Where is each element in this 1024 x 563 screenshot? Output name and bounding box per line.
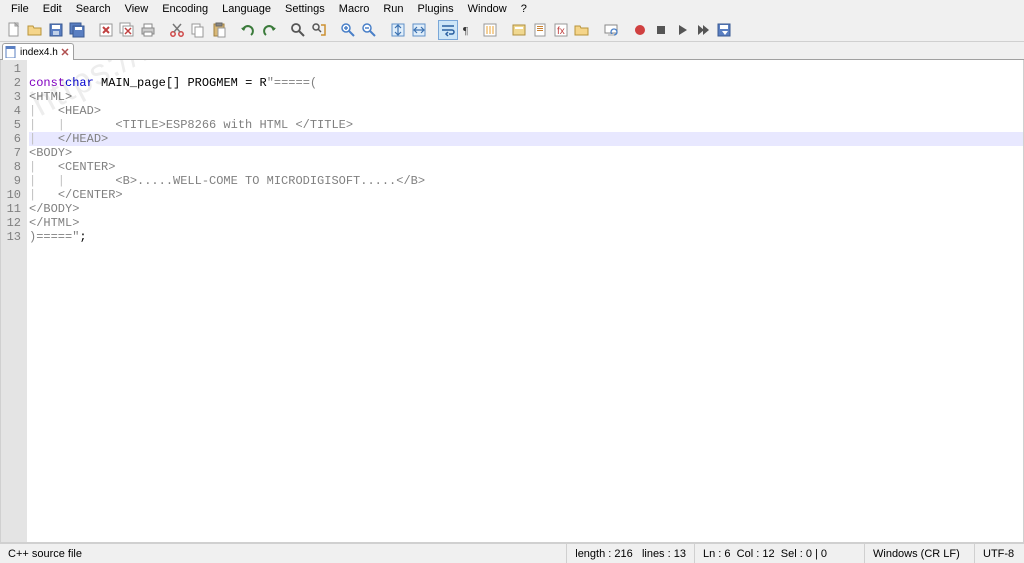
line-number: 4 — [3, 104, 21, 118]
menu-help[interactable]: ? — [514, 2, 534, 16]
line-number: 5 — [3, 118, 21, 132]
code-line[interactable]: const char MAIN_page[] PROGMEM = R"=====… — [29, 76, 1023, 90]
code-line[interactable] — [29, 62, 1023, 76]
tab-active[interactable]: index4.h — [2, 43, 74, 60]
new-file-icon[interactable] — [4, 20, 24, 40]
separator-icon — [432, 20, 436, 40]
save-all-icon[interactable] — [67, 20, 87, 40]
line-number: 2 — [3, 76, 21, 90]
separator-icon — [332, 20, 336, 40]
wordwrap-icon[interactable] — [438, 20, 458, 40]
sync-h-icon[interactable] — [409, 20, 429, 40]
open-file-icon[interactable] — [25, 20, 45, 40]
code-line[interactable]: | <HEAD> — [29, 104, 1023, 118]
status-eol: Windows (CR LF) — [864, 544, 974, 563]
separator-icon — [161, 20, 165, 40]
line-number: 8 — [3, 160, 21, 174]
save-macro-icon[interactable] — [714, 20, 734, 40]
lang-ui-icon[interactable] — [509, 20, 529, 40]
file-h-icon — [5, 46, 17, 58]
close-icon[interactable] — [96, 20, 116, 40]
status-encoding: UTF-8 — [974, 544, 1024, 563]
menu-search[interactable]: Search — [69, 2, 118, 16]
separator-icon — [90, 20, 94, 40]
print-icon[interactable] — [138, 20, 158, 40]
code-line[interactable]: | </CENTER> — [29, 188, 1023, 202]
sync-v-icon[interactable] — [388, 20, 408, 40]
code-line[interactable]: | | <TITLE>ESP8266 with HTML </TITLE> — [29, 118, 1023, 132]
status-length: length : 216 lines : 13 — [566, 544, 694, 563]
separator-icon — [382, 20, 386, 40]
func-list-icon[interactable]: fx — [551, 20, 571, 40]
status-filetype: C++ source file — [0, 544, 90, 563]
menu-window[interactable]: Window — [461, 2, 514, 16]
tab-label: index4.h — [20, 47, 58, 58]
line-number-gutter: 12345678910111213 — [1, 60, 27, 542]
menu-bar: File Edit Search View Encoding Language … — [0, 0, 1024, 18]
copy-icon[interactable] — [188, 20, 208, 40]
replace-icon[interactable] — [309, 20, 329, 40]
menu-view[interactable]: View — [118, 2, 156, 16]
line-number: 7 — [3, 146, 21, 160]
line-number: 12 — [3, 216, 21, 230]
menu-settings[interactable]: Settings — [278, 2, 332, 16]
code-line[interactable]: <HTML> — [29, 90, 1023, 104]
code-line[interactable]: <BODY> — [29, 146, 1023, 160]
code-line[interactable]: )====="; — [29, 230, 1023, 244]
line-number: 9 — [3, 174, 21, 188]
tab-bar: index4.h — [0, 42, 1024, 60]
tab-close-icon[interactable] — [61, 48, 69, 56]
find-icon[interactable] — [288, 20, 308, 40]
menu-language[interactable]: Language — [215, 2, 278, 16]
line-number: 13 — [3, 230, 21, 244]
status-bar: C++ source file length : 216 lines : 13 … — [0, 543, 1024, 563]
stop-macro-icon[interactable] — [651, 20, 671, 40]
menu-macro[interactable]: Macro — [332, 2, 377, 16]
close-all-icon[interactable] — [117, 20, 137, 40]
monitor-icon[interactable] — [601, 20, 621, 40]
redo-icon[interactable] — [259, 20, 279, 40]
code-line[interactable]: </HTML> — [29, 216, 1023, 230]
paste-icon[interactable] — [209, 20, 229, 40]
doc-map-icon[interactable] — [530, 20, 550, 40]
folder-workspace-icon[interactable] — [572, 20, 592, 40]
separator-icon — [624, 20, 628, 40]
svg-text:fx: fx — [557, 26, 565, 37]
line-number: 6 — [3, 132, 21, 146]
line-number: 11 — [3, 202, 21, 216]
undo-icon[interactable] — [238, 20, 258, 40]
separator-icon — [503, 20, 507, 40]
toolbar: ¶ fx — [0, 18, 1024, 42]
menu-file[interactable]: File — [4, 2, 36, 16]
code-line[interactable]: | | <B>.....WELL-COME TO MICRODIGISOFT..… — [29, 174, 1023, 188]
separator-icon — [595, 20, 599, 40]
code-area[interactable]: const char MAIN_page[] PROGMEM = R"=====… — [27, 60, 1023, 542]
menu-plugins[interactable]: Plugins — [411, 2, 461, 16]
line-number: 1 — [3, 62, 21, 76]
play-multi-icon[interactable] — [693, 20, 713, 40]
menu-run[interactable]: Run — [376, 2, 410, 16]
line-number: 10 — [3, 188, 21, 202]
code-line[interactable]: | <CENTER> — [29, 160, 1023, 174]
line-number: 3 — [3, 90, 21, 104]
svg-text:¶: ¶ — [463, 25, 468, 37]
code-editor[interactable]: 12345678910111213 const char MAIN_page[]… — [0, 60, 1024, 543]
separator-icon — [282, 20, 286, 40]
save-icon[interactable] — [46, 20, 66, 40]
code-line[interactable]: | </HEAD> — [29, 132, 1023, 146]
zoom-out-icon[interactable] — [359, 20, 379, 40]
code-line[interactable]: </BODY> — [29, 202, 1023, 216]
cut-icon[interactable] — [167, 20, 187, 40]
show-all-chars-icon[interactable]: ¶ — [459, 20, 479, 40]
record-macro-icon[interactable] — [630, 20, 650, 40]
play-macro-icon[interactable] — [672, 20, 692, 40]
zoom-in-icon[interactable] — [338, 20, 358, 40]
indent-guide-icon[interactable] — [480, 20, 500, 40]
separator-icon — [232, 20, 236, 40]
menu-encoding[interactable]: Encoding — [155, 2, 215, 16]
status-cursor: Ln : 6 Col : 12 Sel : 0 | 0 — [694, 544, 864, 563]
menu-edit[interactable]: Edit — [36, 2, 69, 16]
